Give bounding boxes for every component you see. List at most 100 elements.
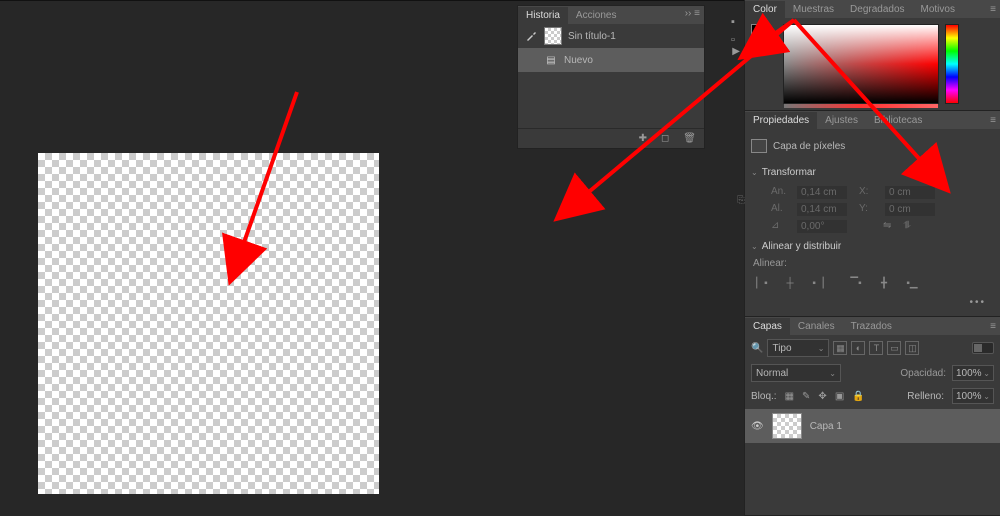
align-right-icon[interactable]: ▪▕ <box>809 275 827 291</box>
panel-toggle-a-icon[interactable]: ▪ <box>726 16 740 30</box>
transform-section-header[interactable]: ⌄ Transformar <box>751 167 994 178</box>
chevron-down-icon: ⌄ <box>983 369 990 378</box>
history-snapshot-row[interactable]: Sin título-1 <box>518 24 704 48</box>
align-section-header[interactable]: ⌄ Alinear y distribuir <box>751 241 994 252</box>
canvas[interactable] <box>38 153 379 494</box>
blend-mode-dropdown[interactable]: Normal ⌄ <box>751 364 841 382</box>
fill-input[interactable]: 100% ⌄ <box>952 388 994 404</box>
align-hcenter-icon[interactable]: ┼ <box>781 275 799 291</box>
tab-channels[interactable]: Canales <box>790 318 843 335</box>
pixel-layer-icon <box>751 139 767 153</box>
hue-slider[interactable] <box>945 24 959 104</box>
align-title: Alinear y distribuir <box>762 241 841 252</box>
history-panel: Historia Acciones ›› ≡ Sin título-1 ▤ Nu… <box>517 5 705 149</box>
lock-all-icon[interactable]: 🔒 <box>852 391 864 402</box>
angle-label: ⊿ <box>771 220 785 233</box>
tab-color[interactable]: Color <box>745 1 785 18</box>
history-footer: ✚ ◻ 🗑 <box>518 128 704 148</box>
history-step-new[interactable]: ▤ Nuevo <box>518 48 704 72</box>
foreground-background-swatch[interactable] <box>751 24 777 50</box>
right-dock: ≡ Color Muestras Degradados Motivos ≡ Pr… <box>744 0 1000 516</box>
chevron-down-icon: ⌄ <box>829 369 836 378</box>
tab-layers[interactable]: Capas <box>745 318 790 335</box>
properties-panel-menu-icon[interactable]: ≡ <box>990 115 996 126</box>
opacity-input[interactable]: 100% ⌄ <box>952 365 994 381</box>
x-value[interactable]: 0 cm <box>885 186 935 199</box>
align-vcenter-icon[interactable]: ╋ <box>875 275 893 291</box>
chevron-down-icon: ⌄ <box>751 242 758 251</box>
history-panel-tabs: Historia Acciones ›› ≡ <box>518 6 704 24</box>
history-body: Sin título-1 ▤ Nuevo <box>518 24 704 128</box>
y-value[interactable]: 0 cm <box>885 203 935 216</box>
flip-vertical-icon[interactable]: ⥮ <box>903 220 910 233</box>
align-bottom-icon[interactable]: ▪▁ <box>903 275 921 291</box>
tab-actions[interactable]: Acciones <box>568 7 625 24</box>
foreground-color-swatch[interactable] <box>751 24 767 40</box>
layer-name[interactable]: Capa 1 <box>810 421 842 432</box>
filter-kind-value: Tipo <box>772 343 791 354</box>
tab-patterns[interactable]: Motivos <box>913 1 963 18</box>
layer-type-label: Capa de píxeles <box>773 141 845 152</box>
layer-thumbnail[interactable] <box>772 413 802 439</box>
width-label: An. <box>771 186 785 199</box>
fill-value: 100% <box>956 391 982 402</box>
height-label: Al. <box>771 203 785 216</box>
document-icon: ▤ <box>544 55 558 66</box>
dock-icon-strip: ▪ ▫ <box>726 6 744 48</box>
history-collapse-icon[interactable]: ›› ≡ <box>685 8 700 19</box>
layers-panel-menu-icon[interactable]: ≡ <box>990 321 996 332</box>
x-label: X: <box>859 186 873 199</box>
height-value[interactable]: 0,14 cm <box>797 203 847 216</box>
layer-filter-kind-dropdown[interactable]: Tipo ⌄ <box>767 339 829 357</box>
link-dimensions-icon[interactable]: ⎘ <box>737 195 745 206</box>
chevron-down-icon: ⌄ <box>751 168 758 177</box>
play-icon[interactable]: ▶ <box>732 46 740 57</box>
filter-pixel-icon[interactable]: ▦ <box>833 341 847 355</box>
transform-title: Transformar <box>762 167 816 178</box>
opacity-label: Opacidad: <box>900 368 946 379</box>
blend-mode-value: Normal <box>756 368 788 379</box>
lock-artboard-icon[interactable]: ▣ <box>835 391 844 402</box>
more-options-icon[interactable]: ••• <box>751 291 994 310</box>
search-icon: 🔍 <box>751 343 763 354</box>
history-step-label: Nuevo <box>564 55 593 66</box>
visibility-toggle-icon[interactable]: 👁 <box>751 421 764 432</box>
align-left-icon[interactable]: ▏▪ <box>753 275 771 291</box>
width-value[interactable]: 0,14 cm <box>797 186 847 199</box>
tab-adjustments[interactable]: Ajustes <box>817 112 866 129</box>
filter-toggle[interactable] <box>972 342 994 354</box>
new-state-icon[interactable]: ◻ <box>661 133 669 144</box>
align-label: Alinear: <box>753 258 994 269</box>
lock-pixels-icon[interactable]: ✎ <box>802 391 810 402</box>
layers-panel: Capas Canales Trazados ≡ 🔍 Tipo ⌄ ▦ ◐ T … <box>745 317 1000 516</box>
angle-value[interactable]: 0,00° <box>797 220 847 233</box>
filter-type-icon[interactable]: T <box>869 341 883 355</box>
lock-transparency-icon[interactable]: ▦ <box>785 391 794 402</box>
brush-icon <box>524 29 538 43</box>
flip-horizontal-icon[interactable]: ⇋ <box>883 220 891 233</box>
history-thumbnail <box>544 27 562 45</box>
filter-smart-icon[interactable]: ◫ <box>905 341 919 355</box>
new-snapshot-icon[interactable]: ✚ <box>639 133 647 144</box>
filter-adjust-icon[interactable]: ◐ <box>851 341 865 355</box>
color-panel-menu-icon[interactable]: ≡ <box>990 4 996 15</box>
y-label: Y: <box>859 203 873 216</box>
properties-panel: Propiedades Ajustes Bibliotecas ≡ Capa d… <box>745 111 1000 317</box>
color-spectrum-picker[interactable] <box>783 24 939 104</box>
tab-gradients[interactable]: Degradados <box>842 1 912 18</box>
opacity-value: 100% <box>956 368 982 379</box>
tab-history[interactable]: Historia <box>518 7 568 24</box>
fill-label: Relleno: <box>907 391 944 402</box>
delete-state-icon[interactable]: 🗑 <box>683 133 696 144</box>
tab-libraries[interactable]: Bibliotecas <box>866 112 930 129</box>
chevron-down-icon: ⌄ <box>818 344 825 353</box>
history-doc-title: Sin título-1 <box>568 31 616 42</box>
layer-item[interactable]: 👁 Capa 1 <box>745 409 1000 443</box>
chevron-down-icon: ⌄ <box>983 392 990 401</box>
align-top-icon[interactable]: ▔▪ <box>847 275 865 291</box>
filter-shape-icon[interactable]: ▭ <box>887 341 901 355</box>
tab-properties[interactable]: Propiedades <box>745 112 817 129</box>
tab-paths[interactable]: Trazados <box>843 318 900 335</box>
lock-position-icon[interactable]: ✥ <box>818 391 826 402</box>
tab-swatches[interactable]: Muestras <box>785 1 842 18</box>
